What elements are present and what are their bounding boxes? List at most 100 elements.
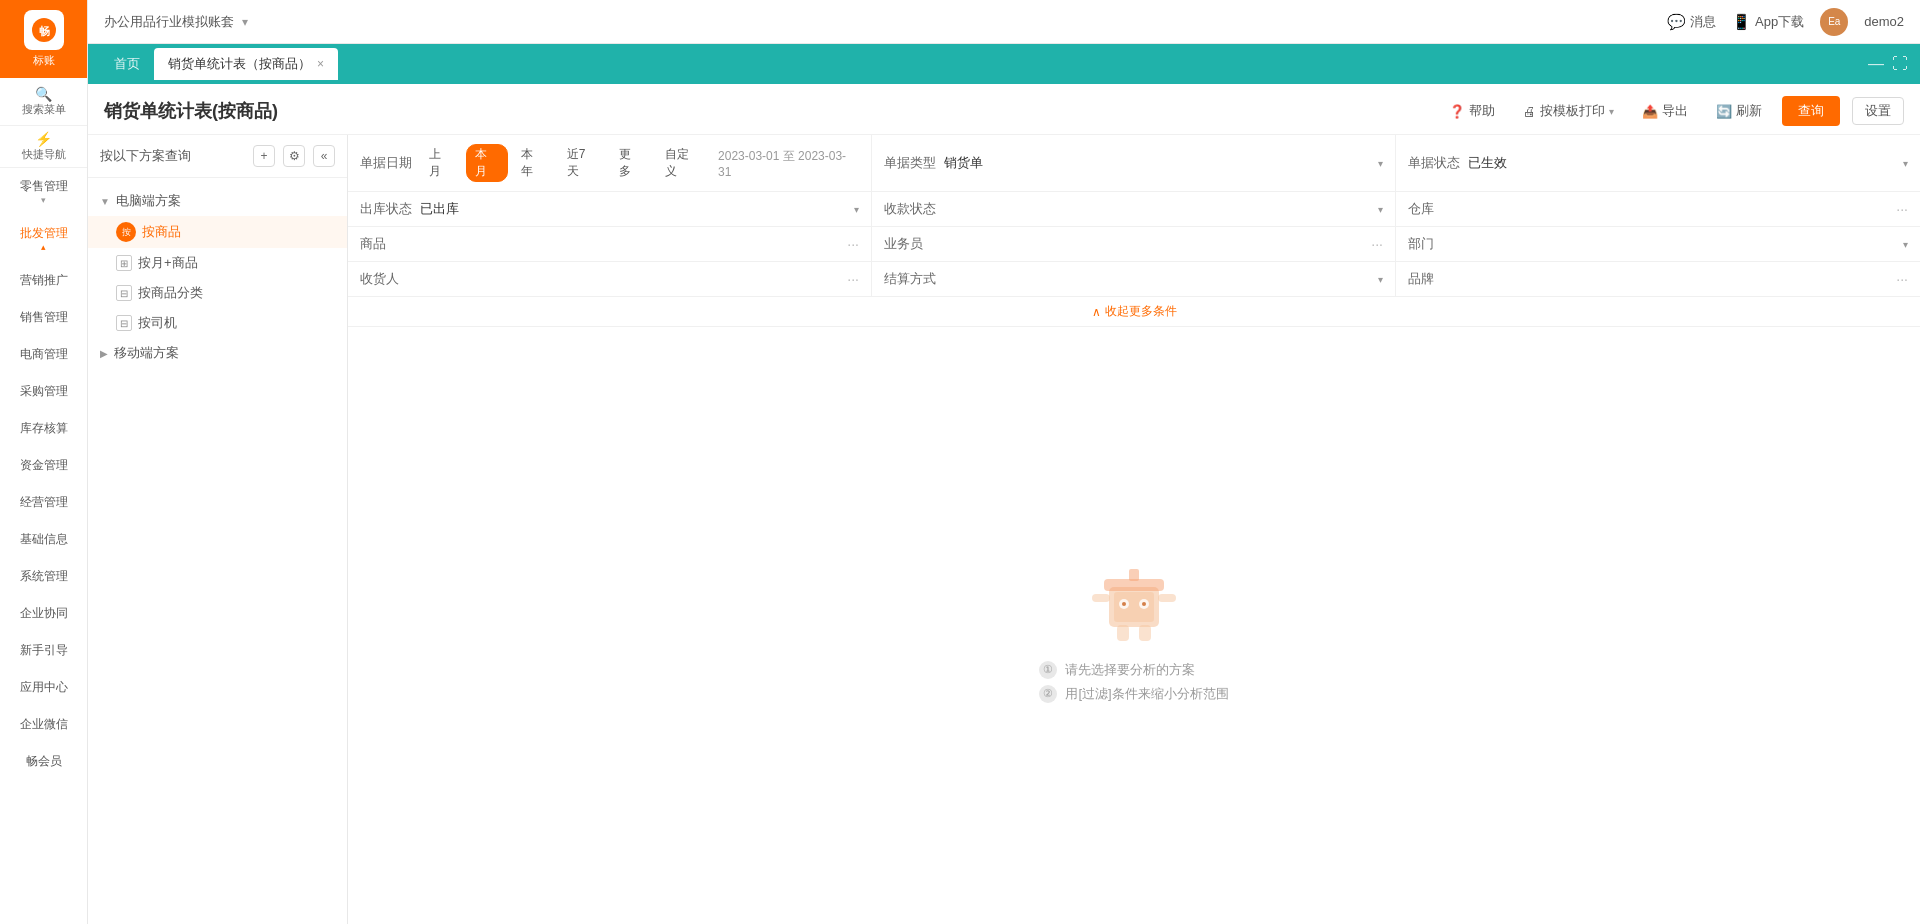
print-dropdown-icon[interactable]: ▾ (1609, 106, 1614, 117)
receiver-select[interactable]: ··· (418, 271, 859, 287)
this-month-btn[interactable]: 本月 (466, 144, 508, 182)
filter-row-4: 收货人 ··· 结算方式 ▾ 品牌 (348, 262, 1920, 297)
tree-item-by-driver[interactable]: ⊟ 按司机 (88, 308, 347, 338)
tree-item-by-goods[interactable]: 按 按商品 (88, 216, 347, 248)
empty-tips: ① 请先选择要分析的方案 ② 用[过滤]条件来缩小分析范围 (1039, 661, 1228, 703)
empty-state: ① 请先选择要分析的方案 ② 用[过滤]条件来缩小分析范围 (348, 327, 1920, 924)
salesman-label: 业务员 (884, 235, 934, 253)
search-menu[interactable]: 🔍 搜索菜单 (0, 78, 87, 126)
empty-illustration (1084, 549, 1184, 649)
docstatus-label: 单据状态 (1408, 154, 1460, 172)
stockstatus-arrow-icon: ▾ (854, 204, 859, 215)
sidebar-item-sales[interactable]: 销售管理 (0, 299, 87, 336)
last7-btn[interactable]: 近7天 (558, 143, 607, 183)
payment-select[interactable]: ▾ (944, 204, 1383, 215)
warehouse-label: 仓库 (1408, 200, 1458, 218)
scheme-query-label: 按以下方案查询 (100, 147, 191, 165)
tab-sales-stats[interactable]: 销货单统计表（按商品） × (154, 48, 338, 80)
query-btn[interactable]: 查询 (1782, 96, 1840, 126)
sidebar-item-finance[interactable]: 资金管理 (0, 447, 87, 484)
docstatus-select[interactable]: 已生效 ▾ (1468, 154, 1908, 172)
tab-close-icon[interactable]: × (317, 57, 324, 71)
sidebar-item-wechat[interactable]: 企业微信 (0, 706, 87, 743)
settlement-label: 结算方式 (884, 270, 936, 288)
message-btn[interactable]: 💬 消息 (1667, 13, 1716, 31)
receiver-dots[interactable]: ··· (847, 271, 859, 287)
stockstatus-select[interactable]: 已出库 ▾ (420, 200, 859, 218)
item-icon-goods: 按 (116, 222, 136, 242)
salesman-dots[interactable]: ··· (1371, 236, 1383, 252)
user-avatar[interactable]: Ea (1820, 8, 1848, 36)
app-logo[interactable]: 畅 标账 (0, 0, 87, 78)
app-download-btn[interactable]: 📱 App下载 (1732, 13, 1804, 31)
sidebar-item-newbie[interactable]: 新手引导 (0, 632, 87, 669)
custom-btn[interactable]: 自定义 (656, 143, 710, 183)
sidebar-item-ecommerce[interactable]: 电商管理 (0, 336, 87, 373)
goods-select[interactable]: ··· (418, 236, 859, 252)
quick-nav[interactable]: ⚡ 快捷导航 (0, 126, 87, 168)
sidebar-item-operations[interactable]: 经营管理 (0, 484, 87, 521)
svg-point-6 (1122, 602, 1126, 606)
stockstatus-label: 出库状态 (360, 200, 412, 218)
tree-desktop-parent[interactable]: ▼ 电脑端方案 (88, 186, 347, 216)
goods-dots[interactable]: ··· (847, 236, 859, 252)
settings-btn[interactable]: 设置 (1852, 97, 1904, 125)
more-btn[interactable]: 更多 (610, 143, 652, 183)
tree-item-by-category[interactable]: ⊟ 按商品分类 (88, 278, 347, 308)
sidebar-item-corp[interactable]: 企业协同 (0, 595, 87, 632)
left-panel-header: 按以下方案查询 + ⚙ « (88, 135, 347, 178)
filter-goods-cell: 商品 ··· (348, 227, 872, 261)
add-scheme-btn[interactable]: + (253, 145, 275, 167)
sidebar-item-purchase[interactable]: 采购管理 (0, 373, 87, 410)
sidebar-item-basic[interactable]: 基础信息 (0, 521, 87, 558)
sidebar-item-retail[interactable]: 零售管理 ▾ (0, 168, 87, 215)
filter-salesman-cell: 业务员 ··· (872, 227, 1396, 261)
svg-point-7 (1142, 602, 1146, 606)
refresh-btn[interactable]: 🔄 刷新 (1708, 98, 1770, 124)
scheme-settings-btn[interactable]: ⚙ (283, 145, 305, 167)
sidebar-item-system[interactable]: 系统管理 (0, 558, 87, 595)
username[interactable]: demo2 (1864, 14, 1904, 29)
tree-arrow-mobile: ▶ (100, 348, 108, 359)
tab-home[interactable]: 首页 (100, 48, 154, 80)
dept-select[interactable]: ▾ (1466, 239, 1908, 250)
date-label: 单据日期 (360, 154, 412, 172)
doctype-select[interactable]: 销货单 ▾ (944, 154, 1383, 172)
settlement-arrow-icon: ▾ (1378, 274, 1383, 285)
tab-maximize-btn[interactable]: ⛶ (1892, 55, 1908, 73)
print-icon: 🖨 (1523, 104, 1536, 119)
brand-dots[interactable]: ··· (1896, 271, 1908, 287)
warehouse-dots[interactable]: ··· (1896, 201, 1908, 217)
help-icon: ❓ (1449, 104, 1465, 119)
page-actions: ❓ 帮助 🖨 按模板打印 ▾ 📤 导出 🔄 刷新 查询 设置 (1441, 96, 1904, 126)
last-month-btn[interactable]: 上月 (420, 143, 462, 183)
dept-label: 部门 (1408, 235, 1458, 253)
tree-mobile-parent[interactable]: ▶ 移动端方案 (88, 338, 347, 368)
filter-docstatus-cell: 单据状态 已生效 ▾ (1396, 135, 1920, 191)
sidebar-item-wholesale[interactable]: 批发管理 ▴ (0, 215, 87, 262)
this-year-btn[interactable]: 本年 (512, 143, 554, 183)
tab-minimize-btn[interactable]: — (1868, 55, 1884, 73)
help-btn[interactable]: ❓ 帮助 (1441, 98, 1503, 124)
sidebar-item-apps[interactable]: 应用中心 (0, 669, 87, 706)
sidebar-item-marketing[interactable]: 营销推广 (0, 262, 87, 299)
company-dropdown[interactable]: ▾ (242, 15, 248, 29)
filter-stockstatus-cell: 出库状态 已出库 ▾ (348, 192, 872, 226)
brand-select[interactable]: ··· (1466, 271, 1908, 287)
warehouse-select[interactable]: ··· (1466, 201, 1908, 217)
panel-collapse-btn[interactable]: « (313, 145, 335, 167)
svg-rect-9 (1129, 569, 1139, 581)
docstatus-arrow-icon: ▾ (1903, 158, 1908, 169)
print-btn[interactable]: 🖨 按模板打印 ▾ (1515, 98, 1622, 124)
salesman-select[interactable]: ··· (942, 236, 1383, 252)
svg-rect-10 (1092, 594, 1110, 602)
settlement-select[interactable]: ▾ (944, 274, 1383, 285)
tree-item-month-goods[interactable]: ⊞ 按月+商品 (88, 248, 347, 278)
export-btn[interactable]: 📤 导出 (1634, 98, 1696, 124)
collapse-bar[interactable]: ∧ 收起更多条件 (348, 297, 1920, 327)
top-nav-left: 办公用品行业模拟账套 ▾ (104, 13, 248, 31)
sub-icon-1: ⊞ (116, 255, 132, 271)
sub-icon-2: ⊟ (116, 285, 132, 301)
sidebar-item-stock[interactable]: 库存核算 (0, 410, 87, 447)
sidebar-item-member[interactable]: 畅会员 (0, 743, 87, 780)
